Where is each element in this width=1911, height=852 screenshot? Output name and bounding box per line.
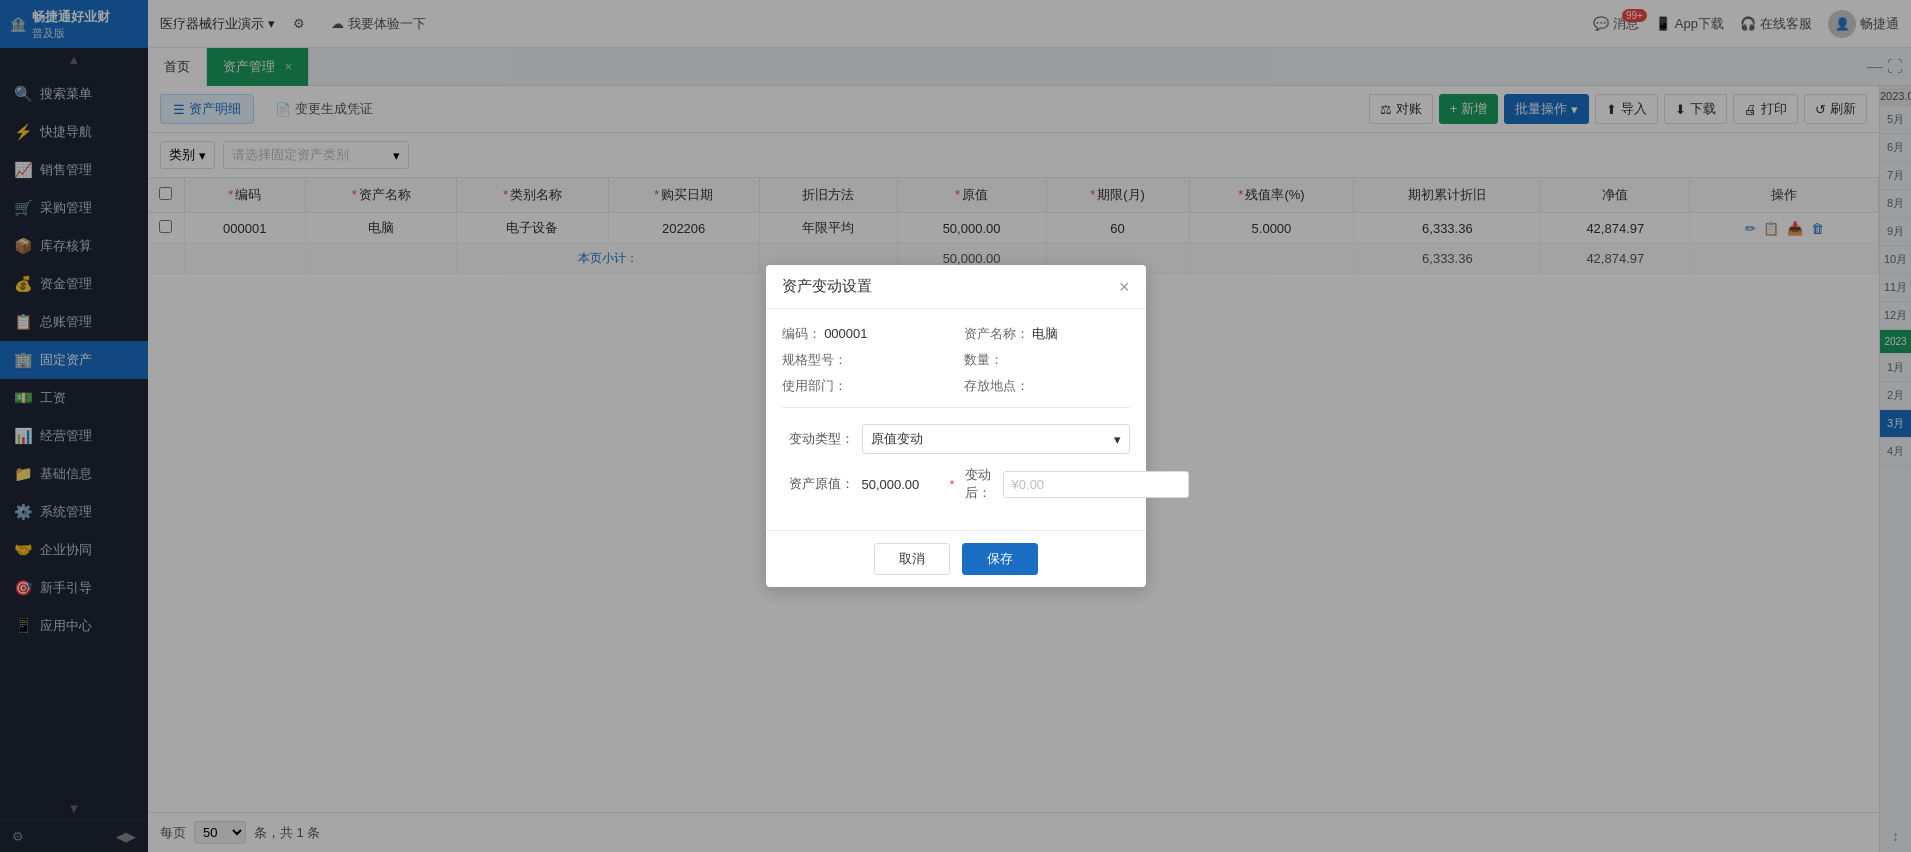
change-type-value: 原值变动 [871,430,923,448]
modal-code: 编码： 000001 [782,325,948,343]
original-value-display: 50,000.00 [862,477,942,492]
modal-body: 编码： 000001 资产名称： 电脑 规格型号： 数量： 使用部门： [766,309,1146,530]
modal-close-btn[interactable]: × [1119,278,1130,296]
modal-overlay: 资产变动设置 × 编码： 000001 资产名称： 电脑 规格型号： 数量： [0,0,1911,852]
change-type-label: 变动类型： [782,430,854,448]
change-type-dropdown-icon: ▾ [1114,432,1121,447]
required-star: * [950,477,955,492]
modal-cancel-btn[interactable]: 取消 [874,543,950,575]
modal-info-grid: 编码： 000001 资产名称： 电脑 规格型号： 数量： 使用部门： [782,325,1130,408]
modal-code-value: 000001 [824,326,867,341]
change-type-select[interactable]: 原值变动 ▾ [862,424,1130,454]
original-value-label: 资产原值： [782,475,854,493]
modal-name-value: 电脑 [1032,326,1058,341]
modal-header: 资产变动设置 × [766,265,1146,309]
after-change-label: 变动后： [965,466,991,502]
after-change-input[interactable] [1003,471,1189,498]
modal-spec: 规格型号： [782,351,948,369]
modal-footer: 取消 保存 [766,530,1146,587]
modal-location: 存放地点： [964,377,1130,395]
modal-asset-name: 资产名称： 电脑 [964,325,1130,343]
modal-change-type-row: 变动类型： 原值变动 ▾ [782,424,1130,454]
modal-dept: 使用部门： [782,377,948,395]
asset-change-modal: 资产变动设置 × 编码： 000001 资产名称： 电脑 规格型号： 数量： [766,265,1146,587]
modal-qty: 数量： [964,351,1130,369]
modal-save-btn[interactable]: 保存 [962,543,1038,575]
modal-title: 资产变动设置 [782,277,872,296]
modal-value-row: 资产原值： 50,000.00 * 变动后： [782,466,1130,502]
